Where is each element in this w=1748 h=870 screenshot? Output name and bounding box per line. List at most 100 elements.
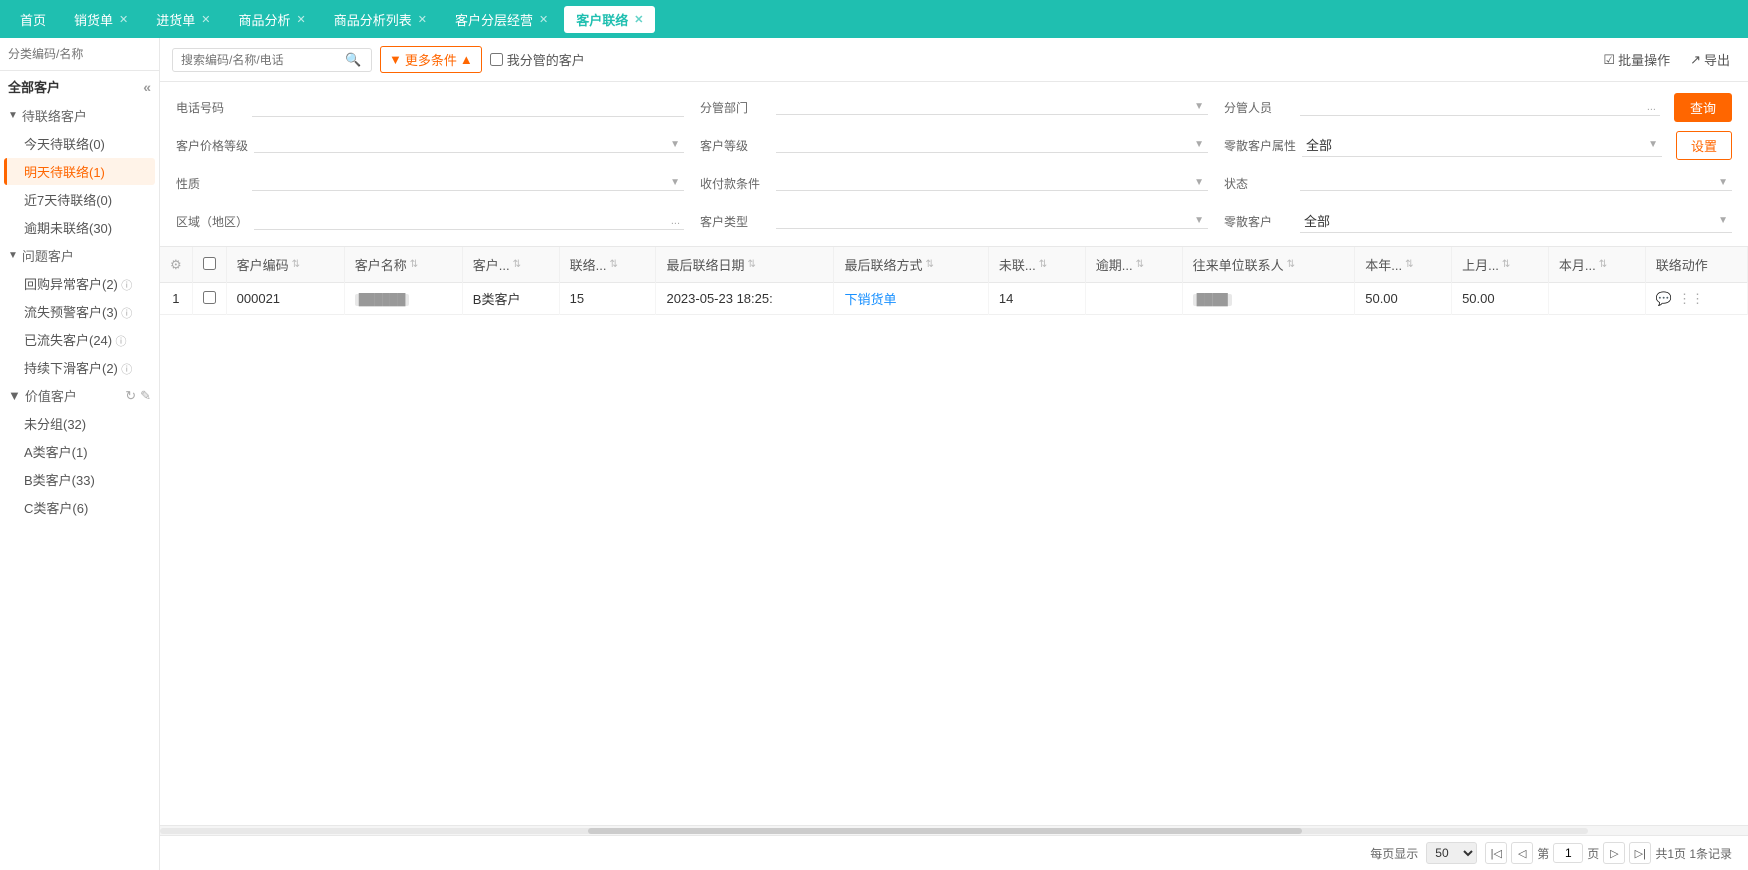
per-page-select[interactable]: 50 100 200 [1426, 842, 1477, 864]
filter-person-select[interactable]: ... [1300, 99, 1660, 116]
export-button[interactable]: ↗ 导出 [1684, 47, 1736, 72]
sort-icon[interactable]: ⇅ [926, 259, 934, 270]
hint-icon: ⓘ [121, 280, 132, 292]
filter-customer-level-select[interactable]: ▼ [776, 137, 1208, 153]
filter-dept: 分管部门 ▼ [700, 92, 1208, 122]
sort-icon[interactable]: ⇅ [292, 259, 300, 270]
filter-price-level-select[interactable]: ▼ [254, 137, 684, 153]
sidebar-item-b-class[interactable]: B类客户(33) [4, 466, 155, 493]
sidebar-item-overdue-contact[interactable]: 逾期未联络(30) [4, 214, 155, 241]
sidebar-item-churn-warning[interactable]: 流失预警客户(3) ⓘ [4, 298, 155, 325]
settings-gear-icon[interactable]: ⚙ [170, 257, 182, 272]
next-page-button[interactable]: ▷ [1603, 842, 1625, 864]
edit-icon[interactable]: ✎ [140, 388, 151, 404]
main-content: 🔍 ▼ 更多条件 ▲ 我分管的客户 ☑ 批量操作 ↗ 导出 [160, 38, 1748, 870]
sort-icon[interactable]: ⇅ [1502, 259, 1510, 270]
filter-gender: 性质 ▼ [176, 168, 684, 198]
cell-unit-contact: ████ [1182, 283, 1355, 315]
table-footer: 每页显示 50 100 200 |◁ ◁ 第 页 ▷ ▷| 共1页 1条记录 [160, 835, 1748, 870]
nav-customer-contact[interactable]: 客户联络 ✕ [564, 6, 655, 33]
close-icon[interactable]: ✕ [418, 13, 427, 26]
page-number-input[interactable] [1553, 843, 1583, 863]
nav-home[interactable]: 首页 [8, 6, 58, 33]
sidebar-item-declining[interactable]: 持续下滑客户(2) ⓘ [4, 354, 155, 381]
chevron-down-icon: ▼ [670, 139, 680, 150]
filter-customer-type: 客户类型 ▼ [700, 206, 1208, 236]
nav-customer-segmentation[interactable]: 客户分层经营 ✕ [443, 6, 560, 33]
query-button[interactable]: 查询 [1674, 93, 1732, 122]
settings-button[interactable]: 设置 [1676, 131, 1732, 160]
row-checkbox[interactable] [203, 291, 216, 304]
filter-retail-attr-select[interactable]: 全部 ▼ [1302, 133, 1662, 157]
sort-icon[interactable]: ⇅ [747, 259, 755, 270]
nav-sales-order[interactable]: 销货单 ✕ [62, 6, 140, 33]
select-all-checkbox[interactable] [203, 257, 216, 270]
close-icon[interactable]: ✕ [539, 13, 548, 26]
filter-retail-customer-select[interactable]: 全部 ▼ [1300, 209, 1732, 233]
nav-purchase-order[interactable]: 进货单 ✕ [144, 6, 222, 33]
refresh-icon[interactable]: ↻ [125, 388, 136, 404]
col-customer-name: 客户名称 ⇅ [344, 247, 462, 283]
col-unit-contact: 往来单位联系人 ⇅ [1182, 247, 1355, 283]
collapse-icon[interactable]: « [143, 79, 151, 95]
sidebar-search-input[interactable] [8, 47, 160, 61]
nav-product-analysis-list[interactable]: 商品分析列表 ✕ [322, 6, 439, 33]
sort-icon[interactable]: ⇅ [513, 259, 521, 270]
sidebar-group-pending-contact[interactable]: ▼ 待联络客户 [0, 102, 159, 129]
close-icon[interactable]: ✕ [297, 13, 306, 26]
sidebar-item-tomorrow-contact[interactable]: 明天待联络(1) [4, 158, 155, 185]
sidebar-item-ungrouped[interactable]: 未分组(32) [4, 410, 155, 437]
my-customer-check-input[interactable] [490, 53, 503, 66]
nav-product-analysis[interactable]: 商品分析 ✕ [226, 6, 317, 33]
col-action: 联络动作 [1645, 247, 1747, 283]
search-input[interactable] [181, 53, 341, 67]
close-icon[interactable]: ✕ [201, 13, 210, 26]
scrollbar-thumb[interactable] [588, 828, 1302, 834]
sort-icon[interactable]: ⇅ [1599, 259, 1607, 270]
close-icon[interactable]: ✕ [634, 13, 643, 26]
export-icon: ↗ [1690, 52, 1701, 68]
all-customers-header[interactable]: 全部客户 « [0, 71, 159, 102]
sort-icon[interactable]: ⇅ [1039, 259, 1047, 270]
sort-icon[interactable]: ⇅ [609, 259, 617, 270]
close-icon[interactable]: ✕ [119, 13, 128, 26]
sidebar-item-repurchase-abnormal[interactable]: 回购异常客户(2) ⓘ [4, 270, 155, 297]
filter-phone-input[interactable] [252, 98, 684, 117]
sort-icon[interactable]: ⇅ [1136, 259, 1144, 270]
filter-status-select[interactable]: ▼ [1300, 175, 1732, 191]
cell-customer-code: 000021 [226, 283, 344, 315]
search-button[interactable]: 🔍 [345, 52, 361, 68]
filter-dept-select[interactable]: ▼ [776, 99, 1208, 115]
my-customer-checkbox[interactable]: 我分管的客户 [490, 50, 585, 69]
more-filter-button[interactable]: ▼ 更多条件 ▲ [380, 46, 482, 73]
chevron-down-icon: ▼ [1648, 139, 1658, 150]
value-group-icons: ↻ ✎ [125, 388, 151, 404]
sidebar-item-churned[interactable]: 已流失客户(24) ⓘ [4, 326, 155, 353]
filter-gender-select[interactable]: ▼ [252, 175, 684, 191]
prev-page-button[interactable]: ◁ [1511, 842, 1533, 864]
filter-panel: 电话号码 分管部门 ▼ 分管人员 ... 查询 [160, 82, 1748, 247]
sort-icon[interactable]: ⇅ [410, 259, 418, 270]
horizontal-scrollbar[interactable] [160, 825, 1748, 835]
contact-method-link[interactable]: 下销货单 [844, 292, 896, 307]
sidebar-item-c-class[interactable]: C类客户(6) [4, 494, 155, 521]
col-overdue: 逾期... ⇅ [1085, 247, 1182, 283]
more-action-icon[interactable]: ⋮⋮ [1678, 291, 1704, 307]
data-table-area: ⚙ 客户编码 ⇅ 客户名称 [160, 247, 1748, 825]
sidebar-group-problem-customer[interactable]: ▼ 问题客户 [0, 242, 159, 269]
sidebar-item-a-class[interactable]: A类客户(1) [4, 438, 155, 465]
sidebar-group-value-customer: ▼ 价值客户 ↻ ✎ [0, 382, 159, 409]
filter-payment-select[interactable]: ▼ [776, 175, 1208, 191]
bulk-action-button[interactable]: ☑ 批量操作 [1597, 47, 1676, 72]
first-page-button[interactable]: |◁ [1485, 842, 1507, 864]
sort-icon[interactable]: ⇅ [1287, 259, 1295, 270]
filter-region-select[interactable]: ... [254, 213, 684, 230]
filter-customer-type-select[interactable]: ▼ [776, 213, 1208, 229]
sidebar-item-today-contact[interactable]: 今天待联络(0) [4, 130, 155, 157]
chevron-down-icon: ▼ [1718, 177, 1728, 188]
last-page-button[interactable]: ▷| [1629, 842, 1651, 864]
sidebar-item-7days-contact[interactable]: 近7天待联络(0) [4, 186, 155, 213]
contact-icon[interactable]: 💬 [1656, 291, 1672, 307]
sort-icon[interactable]: ⇅ [1405, 259, 1413, 270]
sidebar-search-area: 🔍 [0, 38, 159, 71]
